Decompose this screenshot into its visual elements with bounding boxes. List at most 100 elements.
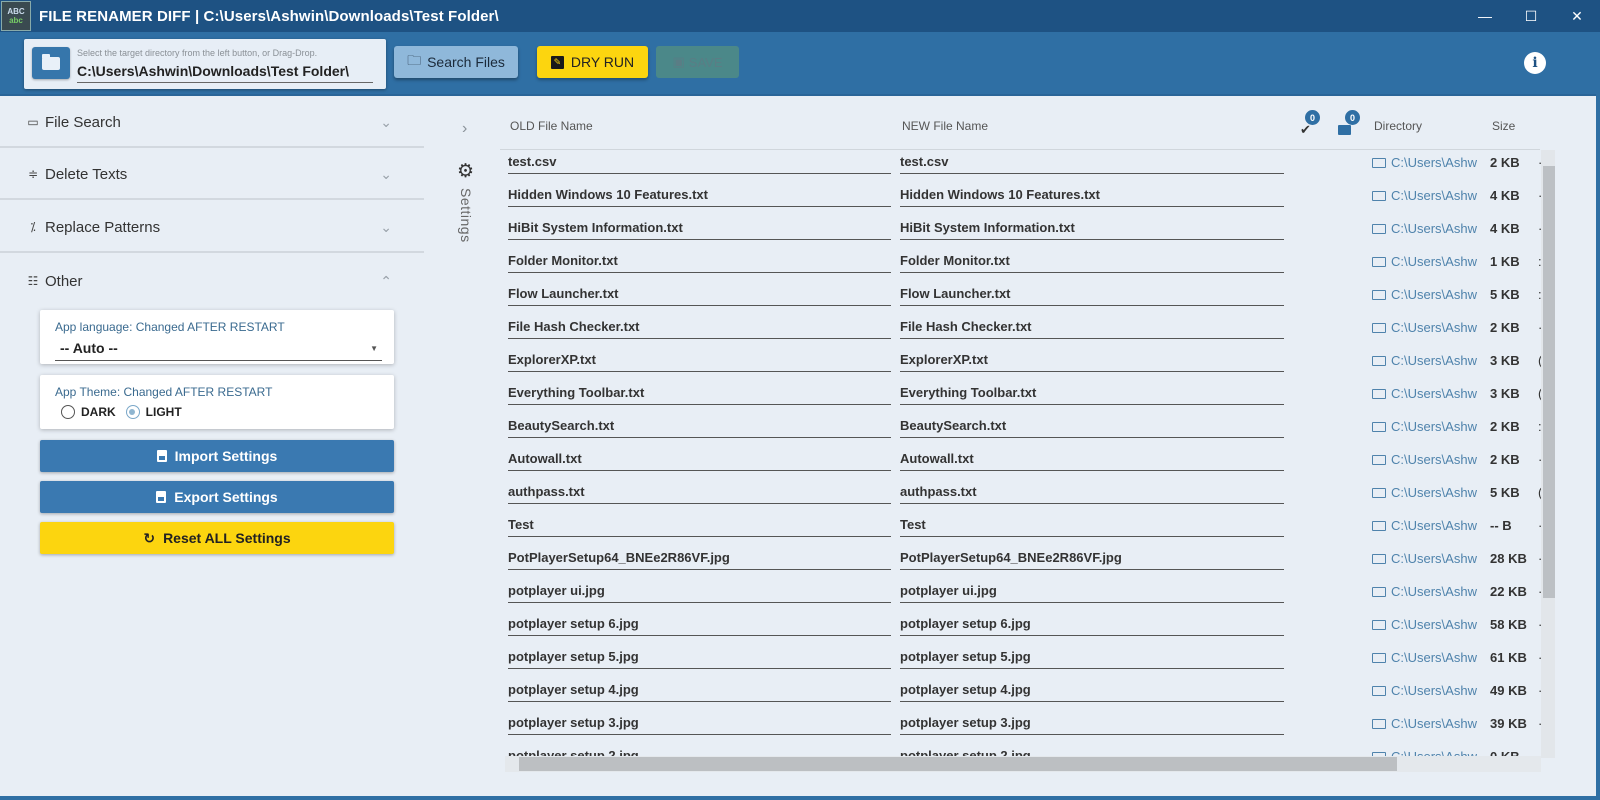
new-name-field[interactable]: Everything Toolbar.txt <box>900 385 1284 405</box>
old-name-field[interactable]: Folder Monitor.txt <box>508 253 891 273</box>
directory-link[interactable]: C:\Users\Ashw <box>1372 386 1477 401</box>
old-name-field[interactable]: potplayer ui.jpg <box>508 583 891 603</box>
table-row[interactable]: test.csvtest.csvC:\Users\Ashw2 KB· <box>500 148 1542 181</box>
directory-link[interactable]: C:\Users\Ashw <box>1372 683 1477 698</box>
old-name-field[interactable]: Hidden Windows 10 Features.txt <box>508 187 891 207</box>
new-name-field[interactable]: HiBit System Information.txt <box>900 220 1284 240</box>
old-name-field[interactable]: HiBit System Information.txt <box>508 220 891 240</box>
horizontal-scroll-thumb[interactable] <box>519 757 1397 771</box>
old-name-field[interactable]: Autowall.txt <box>508 451 891 471</box>
table-row[interactable]: potplayer setup 5.jpg potplayer setup 5.j… <box>500 643 1542 676</box>
table-row[interactable]: ExplorerXP.txt ExplorerXP.txt C:\Users\Ash… <box>500 346 1542 379</box>
new-name-field[interactable]: potplayer ui.jpg <box>900 583 1284 603</box>
table-row[interactable]: PotPlayerSetup64_BNEe2R86VF.jpg PotPlayer… <box>500 544 1542 577</box>
info-button[interactable]: i <box>1524 52 1546 74</box>
chevron-right-icon[interactable]: › <box>462 120 467 138</box>
save-button[interactable]: ▣ SAVE <box>656 46 739 78</box>
theme-dark-label[interactable]: DARK <box>81 405 116 419</box>
accordion-delete-texts[interactable]: ≑ Delete Texts ⌄ <box>0 150 424 200</box>
old-name-field[interactable]: potplayer setup 6.jpg <box>508 616 891 636</box>
table-row[interactable]: potplayer setup 3.jpg potplayer setup 3.j… <box>500 709 1542 742</box>
vertical-scroll-thumb[interactable] <box>1543 166 1555 598</box>
old-name-field[interactable]: Test <box>508 517 891 537</box>
directory-input[interactable]: C:\Users\Ashwin\Downloads\Test Folder\ <box>77 63 373 83</box>
directory-link[interactable]: C:\Users\Ashw <box>1372 419 1477 434</box>
minimize-button[interactable]: — <box>1462 0 1508 32</box>
export-settings-button[interactable]: Export Settings <box>40 481 394 513</box>
table-row[interactable]: Autowall.txt Autowall.txt C:\Users\Ashw 2 K… <box>500 445 1542 478</box>
directory-link[interactable]: C:\Users\Ashw <box>1372 617 1477 632</box>
old-name-field[interactable]: authpass.txt <box>508 484 891 504</box>
directory-link[interactable]: C:\Users\Ashw <box>1372 452 1477 467</box>
table-row[interactable]: potplayer ui.jpg potplayer ui.jpg C:\Users… <box>500 577 1542 610</box>
table-row[interactable]: Everything Toolbar.txt Everything Toolbar… <box>500 379 1542 412</box>
new-name-field[interactable]: Autowall.txt <box>900 451 1284 471</box>
directory-link[interactable]: C:\Users\Ashw <box>1372 221 1477 236</box>
old-name-field[interactable]: Everything Toolbar.txt <box>508 385 891 405</box>
accordion-file-search[interactable]: ▭ File Search ⌄ <box>0 98 424 148</box>
table-row[interactable]: potplayer setup 6.jpg potplayer setup 6.j… <box>500 610 1542 643</box>
column-new-name[interactable]: NEW File Name <box>902 119 988 133</box>
dry-run-button[interactable]: ✎ DRY RUN <box>537 46 648 78</box>
new-name-field[interactable]: potplayer setup 5.jpg <box>900 649 1284 669</box>
directory-link[interactable]: C:\Users\Ashw <box>1372 287 1477 302</box>
old-name-field[interactable]: potplayer setup 5.jpg <box>508 649 891 669</box>
new-name-field[interactable]: test.csv <box>900 154 1284 174</box>
browse-folder-button[interactable] <box>32 47 70 79</box>
new-name-field[interactable]: Flow Launcher.txt <box>900 286 1284 306</box>
table-row[interactable]: potplayer setup 4.jpg potplayer setup 4.j… <box>500 676 1542 709</box>
old-name-field[interactable]: potplayer setup 4.jpg <box>508 682 891 702</box>
new-name-field[interactable]: potplayer setup 3.jpg <box>900 715 1284 735</box>
old-name-field[interactable]: ExplorerXP.txt <box>508 352 891 372</box>
reset-settings-button[interactable]: ↻ Reset ALL Settings <box>40 522 394 554</box>
table-row[interactable]: File Hash Checker.txt File Hash Checker.t… <box>500 313 1542 346</box>
directory-link[interactable]: C:\Users\Ashw <box>1372 155 1477 170</box>
directory-link[interactable]: C:\Users\Ashw <box>1372 716 1477 731</box>
table-row[interactable]: HiBit System Information.txt HiBit System… <box>500 214 1542 247</box>
table-row[interactable]: authpass.txt authpass.txt C:\Users\Ashw 5 K… <box>500 478 1542 511</box>
import-settings-button[interactable]: Import Settings <box>40 440 394 472</box>
new-name-field[interactable]: Test <box>900 517 1284 537</box>
directory-link[interactable]: C:\Users\Ashw <box>1372 320 1477 335</box>
column-directory[interactable]: Directory <box>1374 119 1422 133</box>
column-old-name[interactable]: OLD File Name <box>510 119 593 133</box>
new-name-field[interactable]: Hidden Windows 10 Features.txt <box>900 187 1284 207</box>
new-name-field[interactable]: potplayer setup 6.jpg <box>900 616 1284 636</box>
maximize-button[interactable]: ☐ <box>1508 0 1554 32</box>
new-name-field[interactable]: Folder Monitor.txt <box>900 253 1284 273</box>
accordion-replace-patterns[interactable]: ⁒ Replace Patterns ⌄ <box>0 203 424 253</box>
close-button[interactable]: ✕ <box>1554 0 1600 32</box>
table-row[interactable]: BeautySearch.txt BeautySearch.txt C:\Users… <box>500 412 1542 445</box>
directory-link[interactable]: C:\Users\Ashw <box>1372 254 1477 269</box>
vertical-scrollbar[interactable] <box>1541 150 1555 758</box>
search-files-button[interactable]: 🗀 Search Files <box>394 46 518 78</box>
column-size[interactable]: Size <box>1492 119 1515 133</box>
new-name-field[interactable]: authpass.txt <box>900 484 1284 504</box>
settings-rail[interactable]: › ⚙ Settings <box>426 98 498 800</box>
table-row[interactable]: Flow Launcher.txt Flow Launcher.txt C:\Use… <box>500 280 1542 313</box>
old-name-field[interactable]: File Hash Checker.txt <box>508 319 891 339</box>
directory-link[interactable]: C:\Users\Ashw <box>1372 650 1477 665</box>
directory-link[interactable]: C:\Users\Ashw <box>1372 188 1477 203</box>
horizontal-scrollbar[interactable] <box>505 756 1541 772</box>
old-name-field[interactable]: potplayer setup 3.jpg <box>508 715 891 735</box>
table-row[interactable]: Hidden Windows 10 Features.txt Hidden Win… <box>500 181 1542 214</box>
new-name-field[interactable]: potplayer setup 4.jpg <box>900 682 1284 702</box>
new-name-field[interactable]: BeautySearch.txt <box>900 418 1284 438</box>
language-select[interactable]: -- Auto -- ▼ <box>55 338 382 361</box>
new-name-field[interactable]: ExplorerXP.txt <box>900 352 1284 372</box>
new-name-field[interactable]: PotPlayerSetup64_BNEe2R86VF.jpg <box>900 550 1284 570</box>
theme-dark-radio[interactable] <box>61 405 75 419</box>
directory-link[interactable]: C:\Users\Ashw <box>1372 353 1477 368</box>
table-row[interactable]: TestTestC:\Users\Ashw-- B· <box>500 511 1542 544</box>
old-name-field[interactable]: Flow Launcher.txt <box>508 286 891 306</box>
old-name-field[interactable]: PotPlayerSetup64_BNEe2R86VF.jpg <box>508 550 891 570</box>
theme-light-radio[interactable] <box>125 405 140 419</box>
directory-link[interactable]: C:\Users\Ashw <box>1372 584 1477 599</box>
table-row[interactable]: Folder Monitor.txt Folder Monitor.txt C:\U… <box>500 247 1542 280</box>
theme-light-label[interactable]: LIGHT <box>146 405 182 419</box>
directory-link[interactable]: C:\Users\Ashw <box>1372 518 1477 533</box>
old-name-field[interactable]: test.csv <box>508 154 891 174</box>
new-name-field[interactable]: File Hash Checker.txt <box>900 319 1284 339</box>
directory-link[interactable]: C:\Users\Ashw <box>1372 485 1477 500</box>
